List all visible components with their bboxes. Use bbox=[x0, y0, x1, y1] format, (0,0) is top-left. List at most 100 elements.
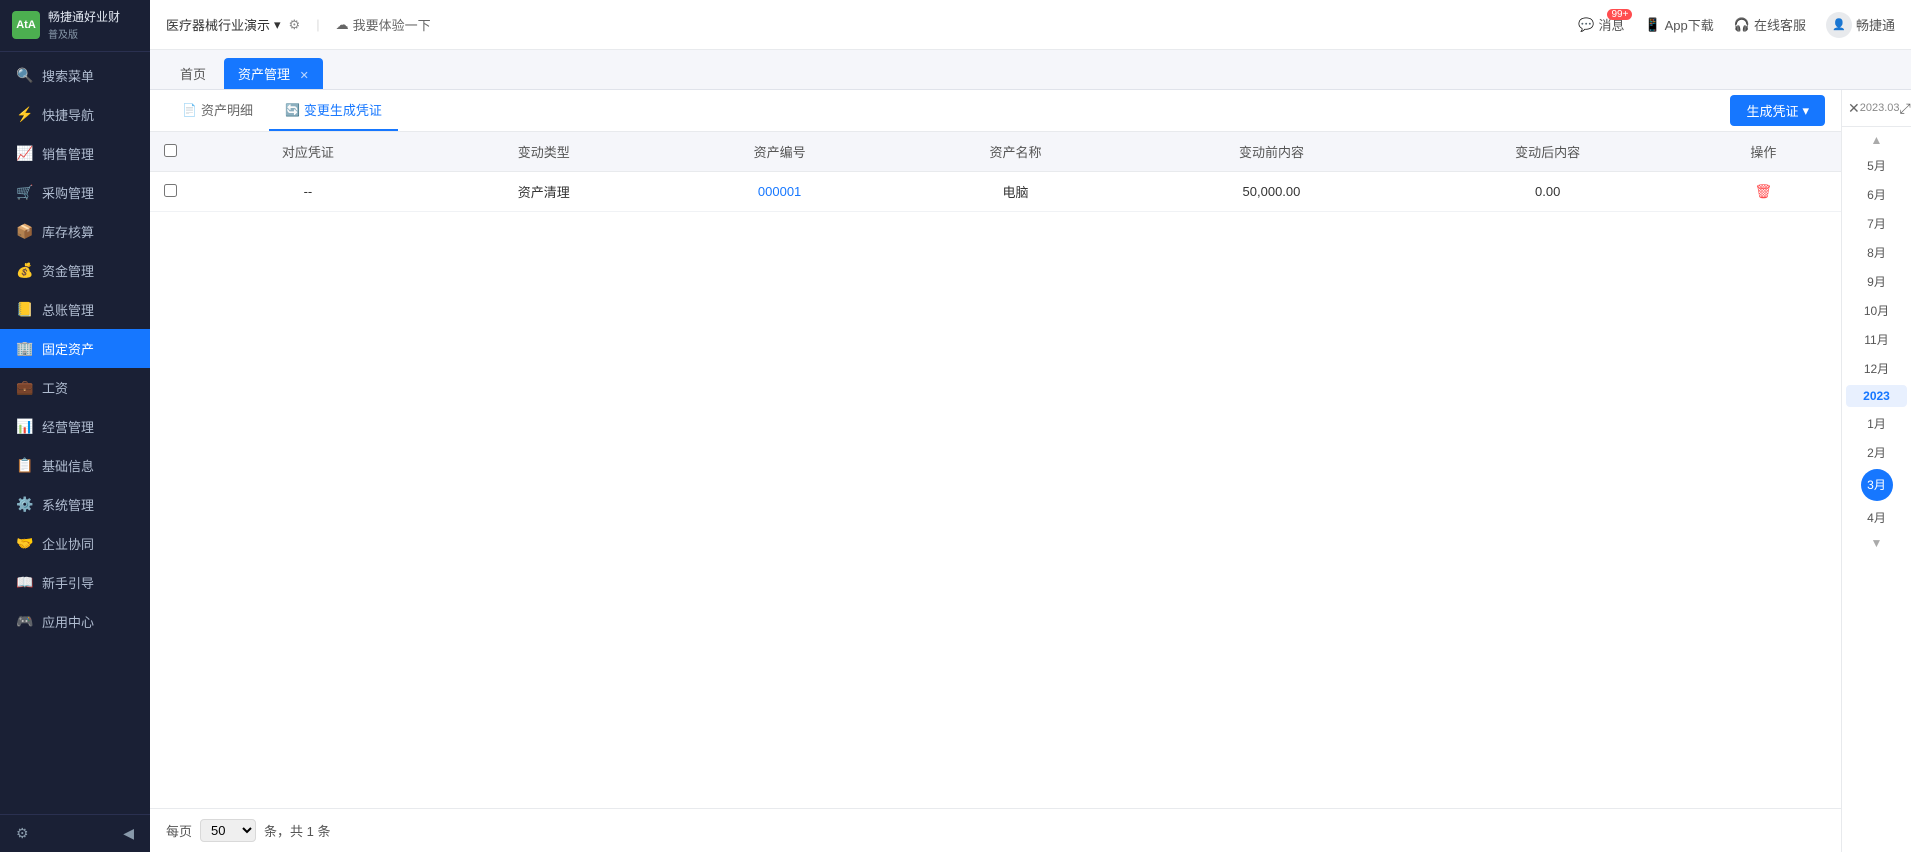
tab-assets[interactable]: 资产管理 ✕ bbox=[224, 58, 323, 89]
calendar-month-4[interactable]: 4月 bbox=[1842, 503, 1911, 532]
sidebar-item-inventory[interactable]: 📦 库存核算 bbox=[0, 212, 150, 251]
calendar-panel: ✕ 2023.03 ⤢ ▲ 5月 6月 7月 8月 9月 10月 11月 12月… bbox=[1841, 90, 1911, 852]
cell-asset-code: 000001 bbox=[662, 172, 898, 212]
calendar-header: ✕ 2023.03 ⤢ bbox=[1842, 90, 1911, 127]
inventory-icon: 📦 bbox=[16, 223, 34, 240]
per-page-select[interactable]: 50 10 20 100 bbox=[200, 819, 256, 842]
user-label: 畅捷通 bbox=[1856, 15, 1895, 34]
message-action[interactable]: 💬 消息 99+ bbox=[1578, 15, 1624, 34]
calendar-month-8[interactable]: 8月 bbox=[1842, 238, 1911, 267]
sidebar-item-funds[interactable]: 💰 资金管理 bbox=[0, 251, 150, 290]
calendar-month-12[interactable]: 12月 bbox=[1842, 354, 1911, 383]
logo-icon: AtA bbox=[12, 11, 40, 39]
tab-close-icon[interactable]: ✕ bbox=[300, 70, 309, 82]
select-all-checkbox[interactable] bbox=[164, 144, 177, 157]
tab-assets-label: 资产管理 bbox=[238, 67, 290, 82]
sub-tab-detail[interactable]: 📄 资产明细 bbox=[166, 90, 269, 131]
settings-gear-icon[interactable]: ⚙ bbox=[289, 17, 301, 33]
payroll-icon: 💼 bbox=[16, 379, 34, 396]
sidebar-item-search[interactable]: 🔍 搜索菜单 bbox=[0, 56, 150, 95]
sidebar-bottom: ⚙ ◀ bbox=[0, 814, 150, 852]
calendar-expand-button[interactable]: ⤢ bbox=[1900, 100, 1911, 117]
calendar-month-7[interactable]: 7月 bbox=[1842, 209, 1911, 238]
sidebar-item-basicinfo[interactable]: 📋 基础信息 bbox=[0, 446, 150, 485]
sidebar-item-system[interactable]: ⚙️ 系统管理 bbox=[0, 485, 150, 524]
sidebar-item-label: 经营管理 bbox=[42, 417, 94, 436]
delete-row-icon[interactable]: 🗑 bbox=[1754, 183, 1772, 199]
calendar-month-10[interactable]: 10月 bbox=[1842, 296, 1911, 325]
sidebar-item-appstore[interactable]: 🎮 应用中心 bbox=[0, 602, 150, 641]
sidebar-item-label: 销售管理 bbox=[42, 144, 94, 163]
calendar-month-5[interactable]: 5月 bbox=[1842, 151, 1911, 180]
experience-btn[interactable]: ☁ 我要体验一下 bbox=[336, 15, 431, 34]
col-asset-name: 资产名称 bbox=[898, 132, 1134, 172]
settings-icon[interactable]: ⚙ bbox=[16, 825, 29, 842]
calendar-scroll-down[interactable]: ▼ bbox=[1842, 532, 1911, 554]
guide-icon: 📖 bbox=[16, 574, 34, 591]
user-action[interactable]: 👤 畅捷通 bbox=[1826, 12, 1895, 38]
calendar-month-9[interactable]: 9月 bbox=[1842, 267, 1911, 296]
per-page-label: 每页 bbox=[166, 821, 192, 840]
collab-icon: 🤝 bbox=[16, 535, 34, 552]
message-badge: 99+ bbox=[1607, 9, 1632, 20]
calendar-month-3-active[interactable]: 3月 bbox=[1861, 469, 1893, 501]
collapse-icon[interactable]: ◀ bbox=[123, 825, 134, 842]
calendar-items: ▲ 5月 6月 7月 8月 9月 10月 11月 12月 2023 1月 2月 … bbox=[1842, 127, 1911, 852]
table-row: -- 资产清理 000001 电脑 50,000.00 0.00 🗑 bbox=[150, 172, 1841, 212]
sidebar-item-sales[interactable]: 📈 销售管理 bbox=[0, 134, 150, 173]
sidebar-item-label: 应用中心 bbox=[42, 612, 94, 631]
company-selector[interactable]: 医疗器械行业演示 ▾ bbox=[166, 15, 281, 34]
sidebar-item-ledger[interactable]: 📒 总账管理 bbox=[0, 290, 150, 329]
col-asset-code: 资产编号 bbox=[662, 132, 898, 172]
col-change-type: 变动类型 bbox=[426, 132, 662, 172]
quicknav-icon: ⚡ bbox=[16, 106, 34, 123]
generate-dropdown-icon: ▾ bbox=[1802, 103, 1809, 119]
sidebar-item-purchase[interactable]: 🛒 采购管理 bbox=[0, 173, 150, 212]
sidebar-item-label: 工资 bbox=[42, 378, 68, 397]
sub-tab-voucher[interactable]: 🔄 变更生成凭证 bbox=[269, 90, 398, 131]
customer-service-action[interactable]: 🎧 在线客服 bbox=[1734, 15, 1806, 34]
avatar: 👤 bbox=[1826, 12, 1852, 38]
sidebar-item-quicknav[interactable]: ⚡ 快捷导航 bbox=[0, 95, 150, 134]
message-icon: 💬 bbox=[1578, 17, 1594, 33]
logo-text-group: 畅捷通好业财 普及版 bbox=[48, 10, 120, 41]
sidebar-item-guide[interactable]: 📖 新手引导 bbox=[0, 563, 150, 602]
calendar-date-label: 2023.03 bbox=[1860, 98, 1900, 118]
col-after-change: 变动后内容 bbox=[1410, 132, 1686, 172]
topbar: 医疗器械行业演示 ▾ ⚙ | ☁ 我要体验一下 💬 消息 99+ 📱 App下载… bbox=[150, 0, 1911, 50]
sidebar-item-collab[interactable]: 🤝 企业协同 bbox=[0, 524, 150, 563]
calendar-month-11[interactable]: 11月 bbox=[1842, 325, 1911, 354]
cell-voucher: -- bbox=[190, 172, 426, 212]
ledger-icon: 📒 bbox=[16, 301, 34, 318]
calendar-month-1[interactable]: 1月 bbox=[1842, 409, 1911, 438]
sidebar-item-payroll[interactable]: 💼 工资 bbox=[0, 368, 150, 407]
purchase-icon: 🛒 bbox=[16, 184, 34, 201]
topbar-right: 💬 消息 99+ 📱 App下载 🎧 在线客服 👤 畅捷通 bbox=[1578, 12, 1895, 38]
main-content: 📄 资产明细 🔄 变更生成凭证 生成凭证 ▾ bbox=[150, 90, 1841, 852]
sidebar-item-assets[interactable]: 🏢 固定资产 bbox=[0, 329, 150, 368]
tab-home[interactable]: 首页 bbox=[166, 58, 220, 89]
calendar-month-6[interactable]: 6月 bbox=[1842, 180, 1911, 209]
pagination: 每页 50 10 20 100 条，共 1 条 bbox=[150, 808, 1841, 852]
logo-name: 畅捷通好业财 bbox=[48, 10, 120, 26]
col-voucher: 对应凭证 bbox=[190, 132, 426, 172]
sidebar-item-label: 固定资产 bbox=[42, 339, 94, 358]
cell-change-type: 资产清理 bbox=[426, 172, 662, 212]
detail-tab-icon: 📄 bbox=[182, 103, 197, 117]
table-container: 对应凭证 变动类型 资产编号 资产名称 变动前内容 变动后内容 操作 bbox=[150, 132, 1841, 808]
cloud-icon: ☁ bbox=[336, 17, 349, 33]
row-checkbox[interactable] bbox=[164, 184, 177, 197]
calendar-year-2023[interactable]: 2023 bbox=[1846, 385, 1907, 407]
basicinfo-icon: 📋 bbox=[16, 457, 34, 474]
calendar-month-2[interactable]: 2月 bbox=[1842, 438, 1911, 467]
sidebar-item-operations[interactable]: 📊 经营管理 bbox=[0, 407, 150, 446]
operations-icon: 📊 bbox=[16, 418, 34, 435]
sidebar-logo: AtA 畅捷通好业财 普及版 bbox=[0, 0, 150, 52]
calendar-scroll-up[interactable]: ▲ bbox=[1842, 129, 1911, 151]
calendar-close-button[interactable]: ✕ bbox=[1848, 100, 1860, 117]
cell-asset-name: 电脑 bbox=[898, 172, 1134, 212]
sidebar-item-label: 新手引导 bbox=[42, 573, 94, 592]
generate-voucher-button[interactable]: 生成凭证 ▾ bbox=[1730, 95, 1825, 126]
app-download-action[interactable]: 📱 App下载 bbox=[1644, 15, 1713, 34]
app-download-label: App下载 bbox=[1665, 15, 1714, 34]
